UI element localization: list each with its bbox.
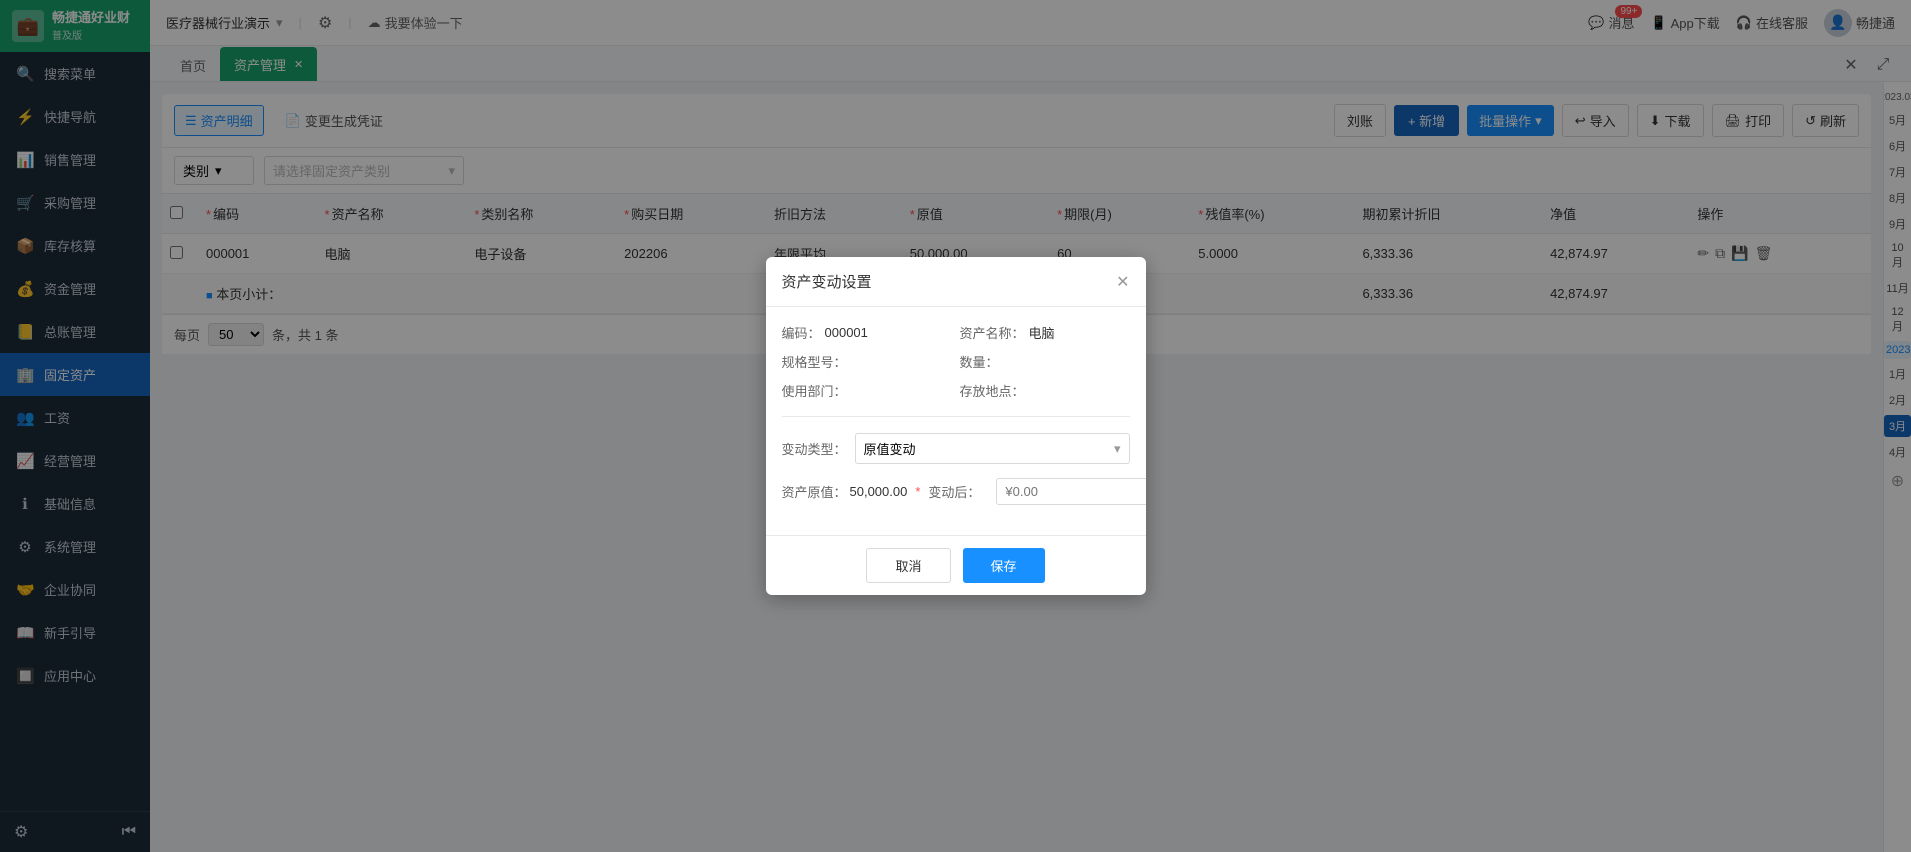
info-asset-name: 资产名称： 电脑 (960, 323, 1130, 342)
dialog-title: 资产变动设置 (782, 271, 872, 292)
dialog-close-btn[interactable]: ✕ (1116, 272, 1129, 292)
dialog-footer: 取消 保存 (766, 535, 1146, 595)
info-department: 使用部门： (782, 381, 952, 400)
cancel-button[interactable]: 取消 (866, 548, 950, 583)
dialog-header: 资产变动设置 ✕ (766, 257, 1146, 307)
info-quantity: 数量： (960, 352, 1130, 371)
original-value-row: 资产原值： 50,000.00 * 变动后： (782, 478, 1130, 505)
save-button[interactable]: 保存 (963, 548, 1045, 583)
dialog-info-grid: 编码： 000001 资产名称： 电脑 规格型号： 数量： 使用部门： (782, 323, 1130, 417)
asset-change-dialog: 资产变动设置 ✕ 编码： 000001 资产名称： 电脑 规格型号： 数量： (766, 257, 1146, 595)
change-type-select[interactable]: 原值变动 ▾ (855, 433, 1130, 464)
required-mark: * (915, 484, 920, 499)
dialog-body: 编码： 000001 资产名称： 电脑 规格型号： 数量： 使用部门： (766, 307, 1146, 535)
after-value-input[interactable] (996, 478, 1145, 505)
change-type-row: 变动类型： 原值变动 ▾ (782, 433, 1130, 464)
select-arrow: ▾ (1114, 441, 1121, 457)
modal-overlay[interactable]: 资产变动设置 ✕ 编码： 000001 资产名称： 电脑 规格型号： 数量： (0, 0, 1911, 852)
info-spec: 规格型号： (782, 352, 952, 371)
info-location: 存放地点： (960, 381, 1130, 400)
original-value-display: 50,000.00 (850, 484, 908, 499)
info-code: 编码： 000001 (782, 323, 952, 342)
